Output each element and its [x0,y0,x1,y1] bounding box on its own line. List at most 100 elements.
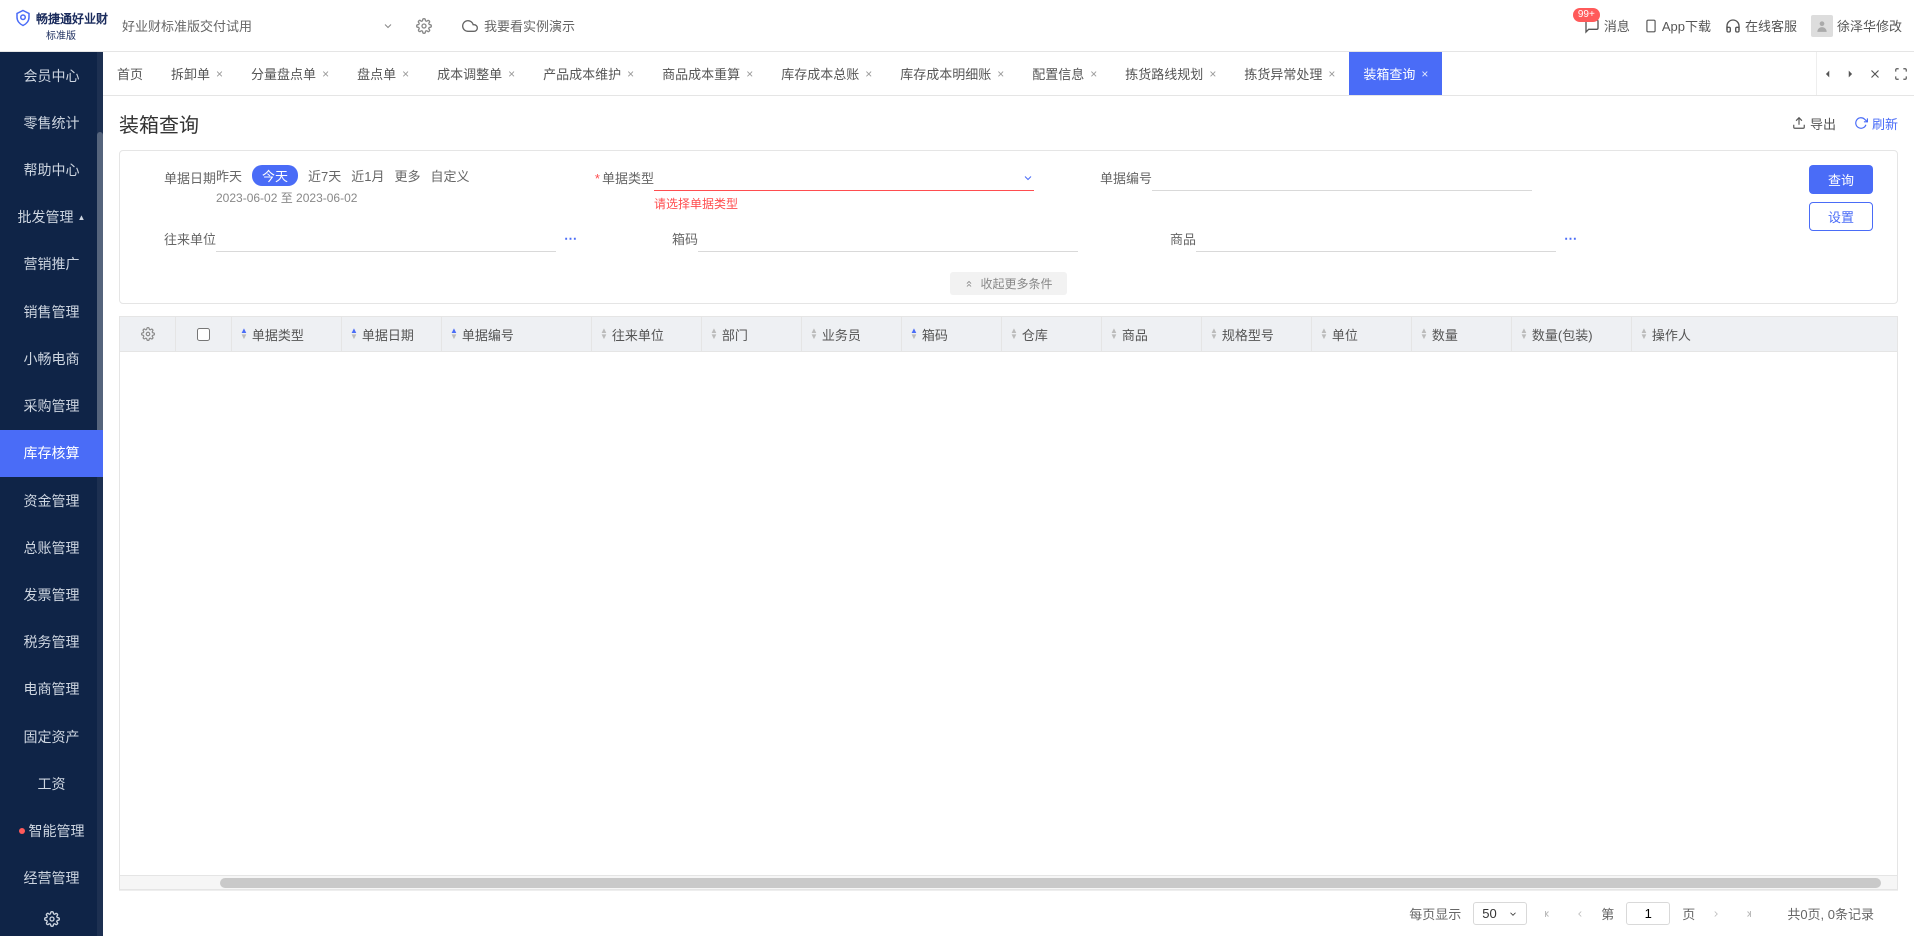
date-preset-2[interactable]: 近7天 [308,166,341,185]
sidebar-settings-button[interactable] [0,902,103,936]
tab-1[interactable]: 拆卸单× [157,52,237,95]
export-button[interactable]: 导出 [1792,114,1836,133]
last-page-button[interactable] [1737,906,1757,922]
tab-3[interactable]: 盘点单× [343,52,423,95]
sort-icon[interactable]: ▲▼ [600,328,608,340]
sort-icon[interactable]: ▲▼ [910,328,918,340]
sort-icon[interactable]: ▲▼ [1640,328,1648,340]
sidebar-item-11[interactable]: 发票管理 [0,571,103,618]
sort-icon[interactable]: ▲▼ [1420,328,1428,340]
tabs-close-all-button[interactable] [1864,63,1886,85]
close-icon[interactable]: × [1421,67,1428,81]
sort-icon[interactable]: ▲▼ [450,328,458,340]
close-icon[interactable]: × [997,67,1004,81]
close-icon[interactable]: × [627,67,634,81]
sidebar-item-15[interactable]: 工资 [0,760,103,807]
settings-button[interactable]: 设置 [1809,202,1873,231]
tab-7[interactable]: 库存成本总账× [767,52,886,95]
goods-more-button[interactable]: ⋯ [1564,231,1578,247]
tab-4[interactable]: 成本调整单× [423,52,529,95]
next-page-button[interactable] [1707,906,1725,922]
refresh-button[interactable]: 刷新 [1854,114,1898,133]
gear-icon[interactable] [141,327,155,341]
close-icon[interactable]: × [1328,67,1335,81]
close-icon[interactable]: × [322,67,329,81]
sidebar-item-14[interactable]: 固定资产 [0,713,103,760]
sort-icon[interactable]: ▲▼ [810,328,818,340]
demo-link[interactable]: 我要看实例演示 [462,16,575,35]
close-icon[interactable]: × [508,67,515,81]
first-page-button[interactable] [1539,906,1559,922]
column-header-goods[interactable]: ▲▼商品 [1102,317,1202,351]
sidebar-item-1[interactable]: 零售统计 [0,99,103,146]
sidebar-item-8[interactable]: 库存核算 [0,430,103,477]
column-header-clerk[interactable]: ▲▼业务员 [802,317,902,351]
query-button[interactable]: 查询 [1809,165,1873,194]
app-download-button[interactable]: App下载 [1644,16,1711,35]
sidebar-item-17[interactable]: 经营管理 [0,855,103,902]
column-header-check[interactable] [176,317,232,351]
sidebar-item-10[interactable]: 总账管理 [0,524,103,571]
sort-icon[interactable]: ▲▼ [1320,328,1328,340]
column-header-spec[interactable]: ▲▼规格型号 [1202,317,1312,351]
prev-page-button[interactable] [1571,906,1589,922]
sidebar-item-12[interactable]: 税务管理 [0,619,103,666]
column-header-qty_pack[interactable]: ▲▼数量(包装) [1512,317,1632,351]
tabs-scroll-left-button[interactable] [1819,63,1837,85]
column-header-dept[interactable]: ▲▼部门 [702,317,802,351]
close-icon[interactable]: × [746,67,753,81]
boxcode-input[interactable] [698,226,1078,252]
sort-icon[interactable]: ▲▼ [1110,328,1118,340]
tab-12[interactable]: 装箱查询× [1349,52,1442,95]
tab-11[interactable]: 拣货异常处理× [1230,52,1349,95]
sidebar-item-4[interactable]: 营销推广 [0,241,103,288]
collapse-filters-button[interactable]: 收起更多条件 [950,272,1066,295]
date-preset-4[interactable]: 更多 [395,166,421,185]
sidebar-item-6[interactable]: 小畅电商 [0,335,103,382]
column-header-docdate[interactable]: ▲▼单据日期 [342,317,442,351]
docno-input[interactable] [1152,165,1532,191]
close-icon[interactable]: × [402,67,409,81]
user-menu[interactable]: 徐泽华修改 [1811,15,1902,37]
sidebar-item-7[interactable]: 采购管理 [0,383,103,430]
date-preset-3[interactable]: 近1月 [351,166,384,185]
tab-10[interactable]: 拣货路线规划× [1111,52,1230,95]
close-icon[interactable]: × [1090,67,1097,81]
sidebar-item-0[interactable]: 会员中心 [0,52,103,99]
goods-input[interactable] [1196,226,1556,252]
table-h-scrollbar[interactable] [119,876,1898,890]
column-header-warehouse[interactable]: ▲▼仓库 [1002,317,1102,351]
sort-icon[interactable]: ▲▼ [1210,328,1218,340]
column-header-docno[interactable]: ▲▼单据编号 [442,317,592,351]
per-page-select[interactable]: 50 [1473,902,1527,925]
select-all-checkbox[interactable] [197,328,210,341]
tabs-scroll-right-button[interactable] [1841,63,1859,85]
tab-5[interactable]: 产品成本维护× [529,52,648,95]
date-preset-5[interactable]: 自定义 [431,166,470,185]
tab-6[interactable]: 商品成本重算× [648,52,767,95]
column-header-partner[interactable]: ▲▼往来单位 [592,317,702,351]
column-header-gear[interactable] [120,317,176,351]
sort-icon[interactable]: ▲▼ [240,328,248,340]
column-header-qty[interactable]: ▲▼数量 [1412,317,1512,351]
online-service-button[interactable]: 在线客服 [1725,16,1797,35]
doctype-select[interactable] [654,165,1034,191]
column-header-doctype[interactable]: ▲▼单据类型 [232,317,342,351]
tabs-fullscreen-button[interactable] [1890,63,1912,85]
product-selector[interactable]: 好业财标准版交付试用 [122,16,432,35]
tab-9[interactable]: 配置信息× [1018,52,1111,95]
partner-more-button[interactable]: ⋯ [564,231,578,247]
date-preset-1[interactable]: 今天 [252,165,298,186]
sidebar-item-3[interactable]: 批发管理 [0,194,103,241]
sort-icon[interactable]: ▲▼ [1520,328,1528,340]
close-icon[interactable]: × [216,67,223,81]
sidebar-item-9[interactable]: 资金管理 [0,477,103,524]
sort-icon[interactable]: ▲▼ [350,328,358,340]
tab-0[interactable]: 首页 [103,52,157,95]
close-icon[interactable]: × [1209,67,1216,81]
column-header-boxcode[interactable]: ▲▼箱码 [902,317,1002,351]
sort-icon[interactable]: ▲▼ [710,328,718,340]
sidebar-item-16[interactable]: 智能管理 [0,808,103,855]
close-icon[interactable]: × [865,67,872,81]
sidebar-item-5[interactable]: 销售管理 [0,288,103,335]
